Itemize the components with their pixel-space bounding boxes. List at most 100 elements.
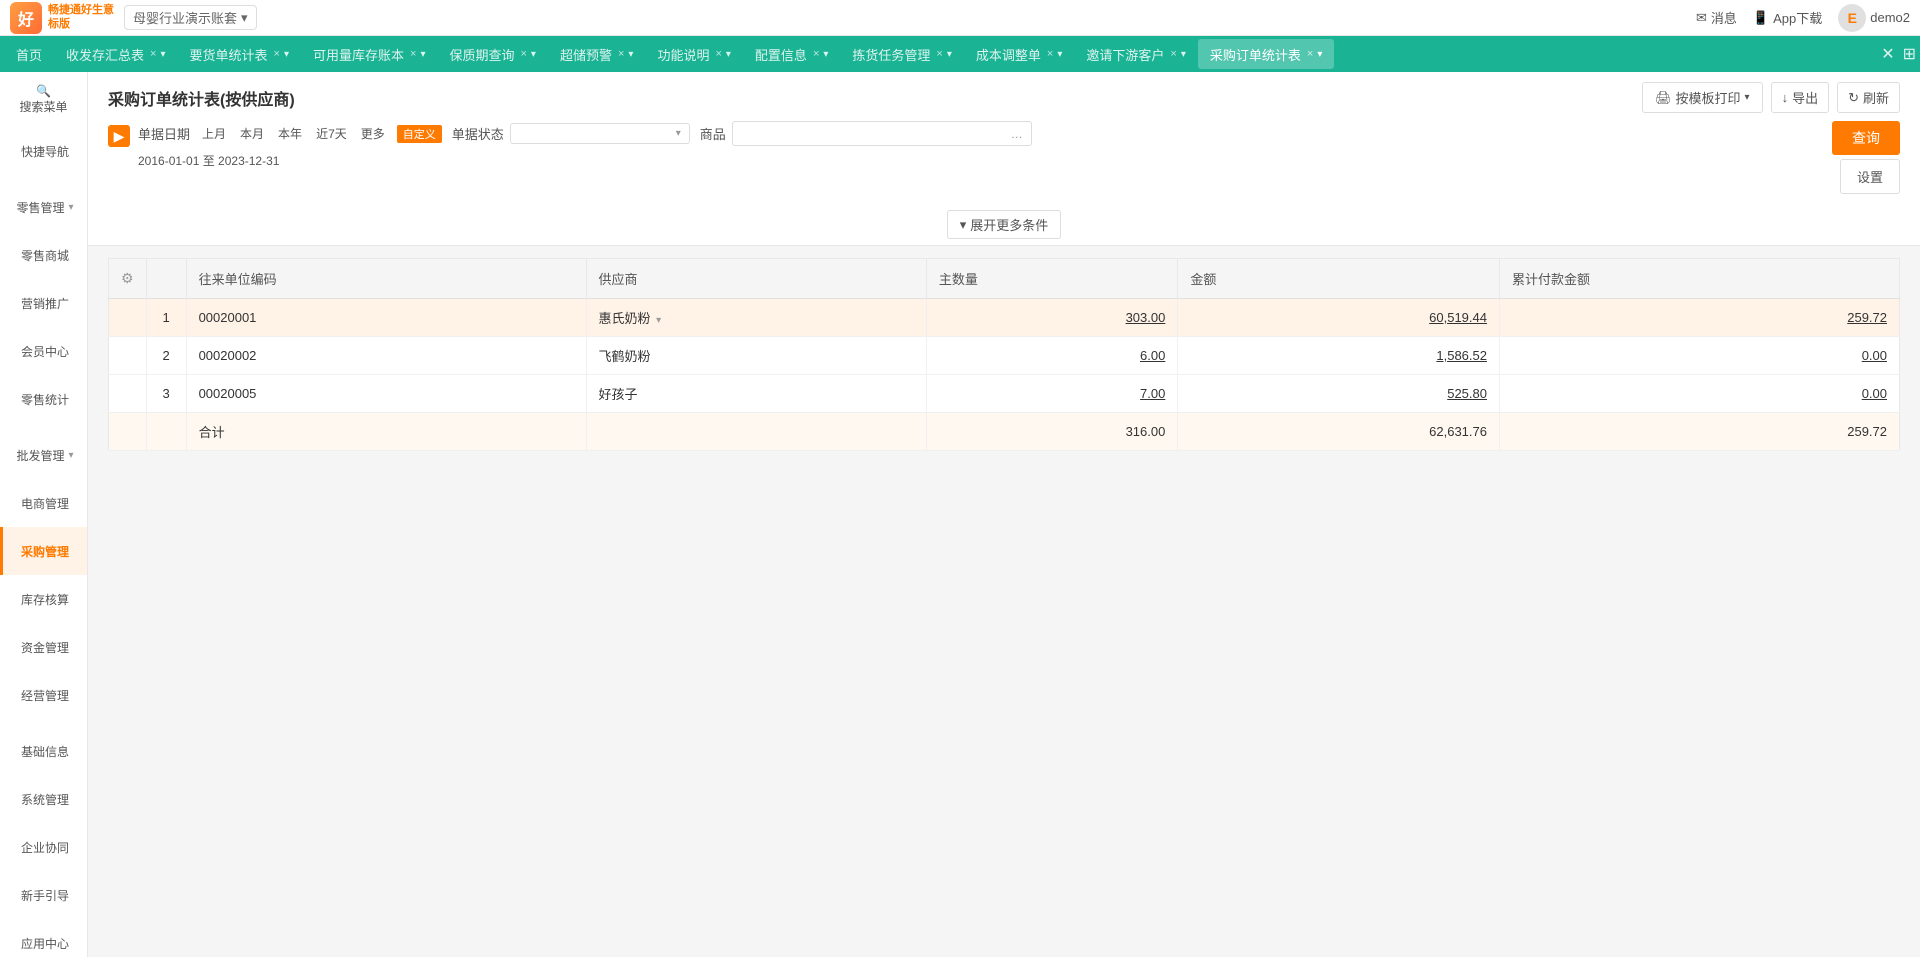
date-shortcuts: 上月 本月 本年 近7天 更多 <box>196 123 391 144</box>
workspace-selector[interactable]: 母婴行业演示账套 ▾ <box>124 5 257 30</box>
td-paid-3[interactable]: 0.00 <box>1499 375 1899 413</box>
tab-arrow: ▾ <box>1181 49 1186 60</box>
refresh-icon: ↻ <box>1848 90 1859 106</box>
sidebar-item-quick-nav[interactable]: 零售管理 快捷导航 <box>0 127 87 175</box>
tab-arrow: ▾ <box>1317 49 1322 60</box>
expand-more-button[interactable]: ▾ 展开更多条件 <box>947 210 1062 239</box>
sidebar-item-wholesale-mgmt[interactable]: 批发管理 ▾ <box>0 431 87 479</box>
sidebar-item-business-mgmt[interactable]: 经营管理 <box>0 671 87 719</box>
tab-purchase-stats[interactable]: 采购订单统计表 × ▾ <box>1198 39 1334 69</box>
tab-order-stats[interactable]: 要货单统计表 × ▾ <box>178 39 301 69</box>
custom-date-badge[interactable]: 自定义 <box>397 125 442 143</box>
close-tab-invite-downstream[interactable]: × <box>1170 48 1176 60</box>
sidebar-item-finance[interactable]: 资金管理 <box>0 623 87 671</box>
td-paid-1[interactable]: 259.72 <box>1499 299 1899 337</box>
shortcut-last-month[interactable]: 上月 <box>196 123 232 144</box>
tab-receive-send[interactable]: 收发存汇总表 × ▾ <box>54 39 177 69</box>
td-footer-qty: 316.00 <box>926 413 1177 451</box>
close-tab-function-desc[interactable]: × <box>715 48 721 60</box>
td-amount-2[interactable]: 1,586.52 <box>1178 337 1500 375</box>
sidebar-item-search[interactable]: 🔍 搜索菜单 <box>0 72 87 127</box>
td-qty-1[interactable]: 303.00 <box>926 299 1177 337</box>
page-title-row: 采购订单统计表(按供应商) 🖨 按模板打印 ▾ ↓ 导出 ↻ 刷新 <box>108 82 1900 113</box>
tab-arrow: ▾ <box>628 49 633 60</box>
close-tab-over-stock[interactable]: × <box>618 48 624 60</box>
sidebar-item-retail-shop[interactable]: 零售商城 <box>0 231 87 279</box>
td-amount-3[interactable]: 525.80 <box>1178 375 1500 413</box>
expand-more-row: ▾ 展开更多条件 <box>108 204 1900 245</box>
sidebar-item-retail-mgmt[interactable]: 零售管理 ▾ <box>0 183 87 231</box>
app-download-button[interactable]: 📱 App下载 <box>1753 8 1822 27</box>
close-tab-purchase-stats[interactable]: × <box>1307 48 1313 60</box>
sidebar-item-stock-check[interactable]: 库存核算 <box>0 575 87 623</box>
sidebar-item-system-mgmt[interactable]: 系统管理 <box>0 775 87 823</box>
goods-more-button[interactable]: … <box>1011 127 1023 141</box>
tab-function-desc[interactable]: 功能说明 × ▾ <box>645 39 742 69</box>
download-icon: 📱 <box>1753 10 1769 26</box>
close-tab-config-info[interactable]: × <box>813 48 819 60</box>
close-tab-warranty[interactable]: × <box>520 48 526 60</box>
close-tab-cost-adjust[interactable]: × <box>1047 48 1053 60</box>
top-right: ✉ 消息 📱 App下载 E demo2 <box>1696 4 1910 32</box>
tab-cost-adjust[interactable]: 成本调整单 × ▾ <box>964 39 1074 69</box>
tab-home[interactable]: 首页 <box>4 39 54 69</box>
column-settings-icon[interactable]: ⚙ <box>121 270 134 286</box>
table-footer-row: 合计 316.00 62,631.76 259.72 <box>109 413 1900 451</box>
export-button[interactable]: ↓ 导出 <box>1771 82 1830 113</box>
sidebar-item-new-guide[interactable]: 新手引导 <box>0 871 87 919</box>
message-button[interactable]: ✉ 消息 <box>1696 8 1737 27</box>
top-bar: 好 畅捷通好生意 标版 母婴行业演示账套 ▾ ✉ 消息 📱 App下载 E de… <box>0 0 1920 36</box>
shortcut-7days[interactable]: 近7天 <box>310 123 353 144</box>
status-select[interactable]: ▾ <box>510 123 690 144</box>
shortcut-more[interactable]: 更多 <box>355 123 391 144</box>
td-qty-2[interactable]: 6.00 <box>926 337 1177 375</box>
goods-filter-label: 商品 <box>700 124 726 143</box>
td-footer-amount: 62,631.76 <box>1178 413 1500 451</box>
td-amount-1[interactable]: 60,519.44 <box>1178 299 1500 337</box>
td-unit-code-3: 00020005 <box>186 375 586 413</box>
status-filter-label: 单据状态 <box>452 124 504 143</box>
sidebar-item-retail-stats[interactable]: 零售统计 <box>0 375 87 423</box>
print-icon: 🖨 <box>1655 90 1672 106</box>
print-button[interactable]: 🖨 按模板打印 ▾ <box>1642 82 1763 113</box>
sidebar-item-marketing[interactable]: 营销推广 <box>0 279 87 327</box>
query-button[interactable]: 查询 <box>1832 121 1900 155</box>
status-filter-group: 单据状态 ▾ <box>452 123 690 144</box>
close-tab-pick-task[interactable]: × <box>936 48 942 60</box>
td-footer-empty-1 <box>109 413 147 451</box>
sidebar-item-ecommerce[interactable]: 电商管理 <box>0 479 87 527</box>
tab-pick-task[interactable]: 拣货任务管理 × ▾ <box>840 39 963 69</box>
tab-arrow: ▾ <box>947 49 952 60</box>
sidebar-item-member-center[interactable]: 会员中心 <box>0 327 87 375</box>
page-title: 采购订单统计表(按供应商) <box>108 86 295 110</box>
maximize-tab-button[interactable]: ⊞ <box>1903 44 1916 64</box>
settings-button[interactable]: 设置 <box>1840 159 1900 194</box>
tab-config-info[interactable]: 配置信息 × ▾ <box>743 39 840 69</box>
supplier-expand-icon-1[interactable]: ▾ <box>656 315 661 326</box>
filter-toggle-button[interactable]: ▶ <box>108 125 130 147</box>
tab-warranty[interactable]: 保质期查询 × ▾ <box>437 39 547 69</box>
tab-arrow: ▾ <box>160 49 165 60</box>
close-tab-order-stats[interactable]: × <box>274 48 280 60</box>
sidebar-item-enterprise[interactable]: 企业协同 <box>0 823 87 871</box>
td-qty-3[interactable]: 7.00 <box>926 375 1177 413</box>
user-profile[interactable]: E demo2 <box>1838 4 1910 32</box>
refresh-button[interactable]: ↻ 刷新 <box>1837 82 1900 113</box>
goods-input[interactable] <box>741 126 1007 141</box>
td-paid-2[interactable]: 0.00 <box>1499 337 1899 375</box>
close-tab-receive-send[interactable]: × <box>150 48 156 60</box>
main-layout: 🔍 搜索菜单 零售管理 快捷导航 零售管理 ▾ 零售商城 营销推广 会员中心 零… <box>0 72 1920 957</box>
close-tab-available-stock[interactable]: × <box>410 48 416 60</box>
shortcut-this-month[interactable]: 本月 <box>234 123 270 144</box>
chevron-down-icon: ▾ <box>68 450 73 461</box>
close-tab-button[interactable]: ✕ <box>1881 44 1894 64</box>
tab-over-stock[interactable]: 超储预警 × ▾ <box>548 39 645 69</box>
tab-available-stock[interactable]: 可用量库存账本 × ▾ <box>301 39 437 69</box>
sidebar-item-purchase-mgmt[interactable]: 采购管理 <box>0 527 87 575</box>
sidebar-item-app-center[interactable]: 应用中心 <box>0 919 87 957</box>
shortcut-this-year[interactable]: 本年 <box>272 123 308 144</box>
goods-input-container: … <box>732 121 1032 146</box>
th-row-num <box>146 259 186 299</box>
tab-invite-downstream[interactable]: 邀请下游客户 × ▾ <box>1074 39 1197 69</box>
sidebar-item-basic-info[interactable]: 基础信息 <box>0 727 87 775</box>
